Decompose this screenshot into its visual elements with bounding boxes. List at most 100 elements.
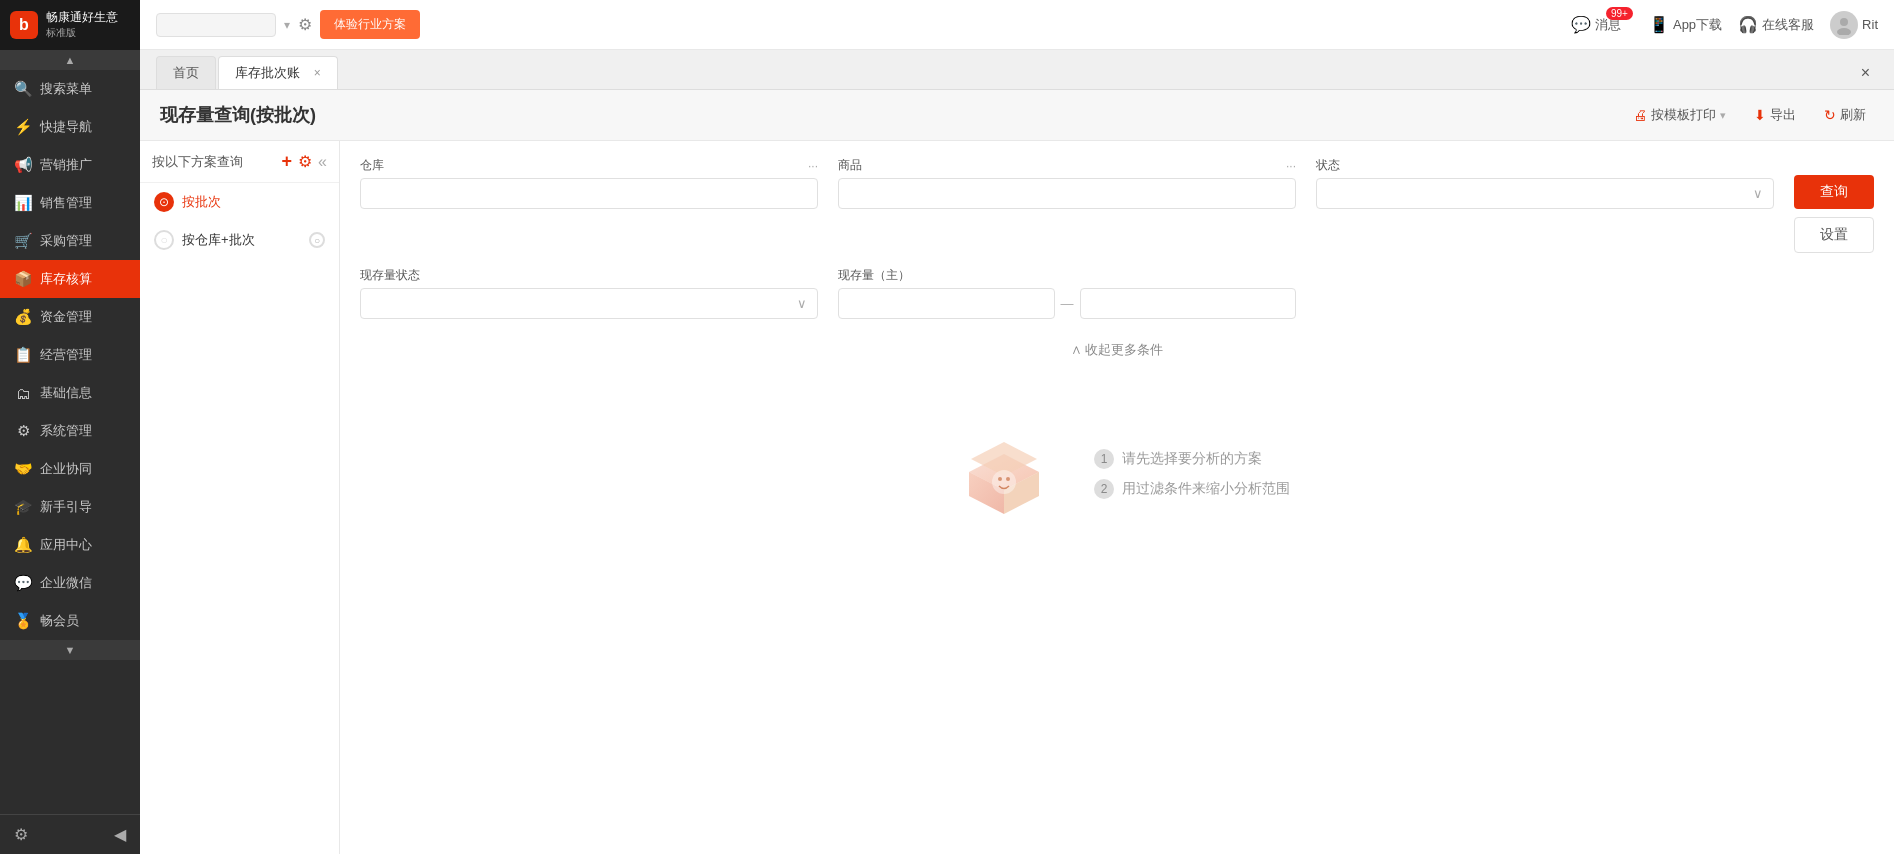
scheme-toggle-icon: ○ xyxy=(309,232,325,248)
svg-point-1 xyxy=(1837,28,1851,35)
empty-state: 1 请先选择要分析的方案 2 用过滤条件来缩小分析范围 xyxy=(360,359,1874,599)
phone-icon: 📱 xyxy=(1649,15,1669,34)
inventory-status-filter: 现存量状态 ∨ xyxy=(360,267,818,319)
status-chevron-icon: ∨ xyxy=(1753,186,1763,201)
sidebar-item-app-center[interactable]: 🔔 应用中心 xyxy=(0,526,140,564)
try-industry-btn[interactable]: 体验行业方案 xyxy=(320,10,420,39)
export-icon: ⬇ xyxy=(1754,107,1766,123)
sidebar-item-search[interactable]: 🔍 搜索菜单 xyxy=(0,70,140,108)
sidebar-item-base-info[interactable]: 🗂 基础信息 xyxy=(0,374,140,412)
search-menu-icon: 🔍 xyxy=(14,80,32,98)
add-scheme-icon[interactable]: + xyxy=(282,151,293,172)
refresh-btn[interactable]: ↻ 刷新 xyxy=(1816,102,1874,128)
scheme-label: 按仓库+批次 xyxy=(182,231,255,249)
settings-btn[interactable]: 设置 xyxy=(1794,217,1874,253)
app-download-btn[interactable]: 📱 App下载 xyxy=(1649,15,1722,34)
inventory-status-chevron-icon: ∨ xyxy=(797,296,807,311)
sidebar-item-weixin[interactable]: 💬 企业微信 xyxy=(0,564,140,602)
warehouse-dots[interactable]: ··· xyxy=(808,159,818,173)
operations-icon: 📋 xyxy=(14,346,32,364)
tab-inventory-batch[interactable]: 库存批次账 × xyxy=(218,56,338,89)
qty-max-input[interactable] xyxy=(1080,288,1297,319)
hint-num-2: 2 xyxy=(1094,479,1114,499)
page-header: 现存量查询(按批次) 🖨 按模板打印 ▾ ⬇ 导出 ↻ 刷新 xyxy=(140,90,1894,141)
message-btn[interactable]: 💬 消息 99+ xyxy=(1571,15,1621,34)
empty-hint-1: 1 请先选择要分析的方案 xyxy=(1094,449,1290,469)
qty-min-input[interactable] xyxy=(838,288,1055,319)
sidebar-item-label: 销售管理 xyxy=(40,194,92,212)
collapse-row[interactable]: ∧ 收起更多条件 xyxy=(360,341,1874,359)
sidebar-item-label: 经营管理 xyxy=(40,346,92,364)
headset-icon: 🎧 xyxy=(1738,15,1758,34)
inventory-icon: 📦 xyxy=(14,270,32,288)
query-btn[interactable]: 查询 xyxy=(1794,175,1874,209)
hint-num-1: 1 xyxy=(1094,449,1114,469)
svg-point-6 xyxy=(992,470,1016,494)
sidebar-item-inventory[interactable]: 📦 库存核算 xyxy=(0,260,140,298)
nav-scroll-down[interactable]: ▼ xyxy=(0,640,140,660)
scheme-label: 按批次 xyxy=(182,193,221,211)
svg-point-8 xyxy=(1006,477,1010,481)
gear-icon[interactable]: ⚙ xyxy=(298,15,312,34)
range-separator: — xyxy=(1061,296,1074,311)
empty-text: 1 请先选择要分析的方案 2 用过滤条件来缩小分析范围 xyxy=(1094,449,1290,509)
product-dots[interactable]: ··· xyxy=(1286,159,1296,173)
inventory-status-select[interactable]: ∨ xyxy=(360,288,818,319)
online-service-btn[interactable]: 🎧 在线客服 xyxy=(1738,15,1814,34)
export-btn[interactable]: ⬇ 导出 xyxy=(1746,102,1804,128)
version-label: 标准版 xyxy=(46,26,118,40)
status-select[interactable]: ∨ xyxy=(1316,178,1774,209)
sidebar-nav: ▲ 🔍 搜索菜单 ⚡ 快捷导航 📢 营销推广 📊 销售管理 🛒 采购管理 📦 库… xyxy=(0,50,140,814)
print-btn[interactable]: 🖨 按模板打印 ▾ xyxy=(1625,102,1734,128)
filter-actions: 查询 设置 xyxy=(1794,157,1874,253)
breadcrumb-input[interactable] xyxy=(156,13,276,37)
user-name: Rit xyxy=(1862,17,1878,32)
sidebar-item-label: 企业协同 xyxy=(40,460,92,478)
nav-scroll-up[interactable]: ▲ xyxy=(0,50,140,70)
scheme-settings-icon[interactable]: ⚙ xyxy=(298,152,312,171)
inventory-qty-filter: 现存量（主） — xyxy=(838,267,1296,319)
sidebar-item-finance[interactable]: 💰 资金管理 xyxy=(0,298,140,336)
sidebar-item-newbie[interactable]: 🎓 新手引导 xyxy=(0,488,140,526)
print-icon: 🖨 xyxy=(1633,107,1647,123)
user-menu[interactable]: Rit xyxy=(1830,11,1878,39)
sidebar-item-operations[interactable]: 📋 经营管理 xyxy=(0,336,140,374)
global-close-btn[interactable]: × xyxy=(1853,60,1878,86)
sidebar-item-sales[interactable]: 📊 销售管理 xyxy=(0,184,140,222)
filter-row-1: 仓库 ··· 商品 ··· 状态 xyxy=(360,157,1874,253)
sidebar-header: b 畅康通好生意 标准版 xyxy=(0,0,140,50)
sidebar-item-marketing[interactable]: 📢 营销推广 xyxy=(0,146,140,184)
system-icon: ⚙ xyxy=(14,422,32,440)
panel-header: 按以下方案查询 + ⚙ « xyxy=(140,141,339,183)
scheme-item-batch[interactable]: ⊙ 按批次 xyxy=(140,183,339,221)
scheme-item-warehouse-batch[interactable]: ○ 按仓库+批次 ○ xyxy=(140,221,339,259)
svg-point-7 xyxy=(998,477,1002,481)
sidebar-item-member[interactable]: 🏅 畅会员 xyxy=(0,602,140,640)
panel-collapse-icon[interactable]: « xyxy=(318,153,327,171)
content-body: 按以下方案查询 + ⚙ « ⊙ 按批次 ○ 按仓库+批次 ○ xyxy=(140,141,1894,854)
product-input[interactable] xyxy=(838,178,1296,209)
tab-close-btn[interactable]: × xyxy=(308,65,321,80)
breadcrumb-chevron-icon: ▾ xyxy=(284,18,290,32)
base-info-icon: 🗂 xyxy=(14,384,32,402)
svg-point-0 xyxy=(1840,18,1848,26)
sidebar-settings-icon[interactable]: ⚙ xyxy=(14,825,28,844)
inventory-status-label: 现存量状态 xyxy=(360,267,818,284)
sidebar-footer: ⚙ ◀ xyxy=(0,814,140,854)
page-header-actions: 🖨 按模板打印 ▾ ⬇ 导出 ↻ 刷新 xyxy=(1625,102,1874,128)
warehouse-input[interactable] xyxy=(360,178,818,209)
empty-svg xyxy=(949,424,1059,534)
sidebar-item-purchase[interactable]: 🛒 采购管理 xyxy=(0,222,140,260)
app-download-label: App下载 xyxy=(1673,16,1722,34)
print-chevron-icon: ▾ xyxy=(1720,109,1726,122)
hint-text-1: 请先选择要分析的方案 xyxy=(1122,450,1262,468)
quick-nav-icon: ⚡ xyxy=(14,118,32,136)
sidebar-item-system[interactable]: ⚙ 系统管理 xyxy=(0,412,140,450)
sidebar-item-quick-nav[interactable]: ⚡ 快捷导航 xyxy=(0,108,140,146)
sidebar-item-enterprise[interactable]: 🤝 企业协同 xyxy=(0,450,140,488)
filter-row-2: 现存量状态 ∨ 现存量（主） — xyxy=(360,267,1874,327)
tab-home[interactable]: 首页 xyxy=(156,56,216,89)
refresh-icon: ↻ xyxy=(1824,107,1836,123)
sidebar-collapse-icon[interactable]: ◀ xyxy=(114,825,126,844)
right-panel: 仓库 ··· 商品 ··· 状态 xyxy=(340,141,1894,854)
